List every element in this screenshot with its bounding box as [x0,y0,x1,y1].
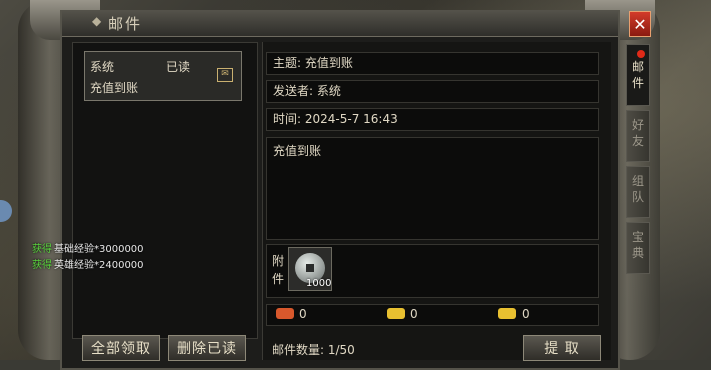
tab-guide[interactable]: 宝典 [626,222,650,274]
mail-sender-field: 发送者: 系统 [266,80,599,103]
chat-text: 基础经验*3000000 [54,244,144,255]
attachment-quantity: 1000 [306,278,332,289]
mail-item-status: 已读 [166,60,191,74]
close-icon: ✕ [633,14,647,34]
mail-subject-field: 主题: 充值到账 [266,52,599,75]
claim-all-button[interactable]: 全部领取 [82,335,160,361]
red-ingot-icon [276,308,294,319]
title-decoration-icon: ◆ [92,14,102,28]
title-bar [62,10,618,37]
currency-value-1: 0 [299,307,307,321]
delete-read-button[interactable]: 删除已读 [168,335,246,361]
window-title: 邮件 [108,15,143,33]
coin-hole [306,264,314,272]
mail-item-subject: 充值到账 [90,81,139,95]
chat-tag: 获得 [32,244,52,255]
currency-row [266,304,599,326]
mail-body: 充值到账 [266,137,599,240]
mail-item-sender: 系统 [90,60,115,74]
tab-team[interactable]: 组队 [626,166,650,218]
gold-ingot-icon [387,308,405,319]
extract-button[interactable]: 提 取 [523,335,601,361]
chat-tag: 获得 [32,260,52,271]
chat-text: 英雄经验*2400000 [54,260,144,271]
opened-envelope-icon: ✉ [217,68,233,82]
close-button[interactable]: ✕ [629,11,651,37]
tab-friends[interactable]: 好友 [626,110,650,162]
chat-line: 获得 英雄经验*2400000 [32,256,144,271]
mail-time-field: 时间: 2024-5-7 16:43 [266,108,599,131]
chat-line: 获得 基础经验*3000000 [32,240,144,255]
gold-ingot-icon [498,308,516,319]
mail-count: 邮件数量: 1/50 [272,343,355,357]
notification-dot [637,50,645,58]
currency-value-3: 0 [522,307,530,321]
currency-value-2: 0 [410,307,418,321]
attachment-label: 附件 [272,254,285,286]
